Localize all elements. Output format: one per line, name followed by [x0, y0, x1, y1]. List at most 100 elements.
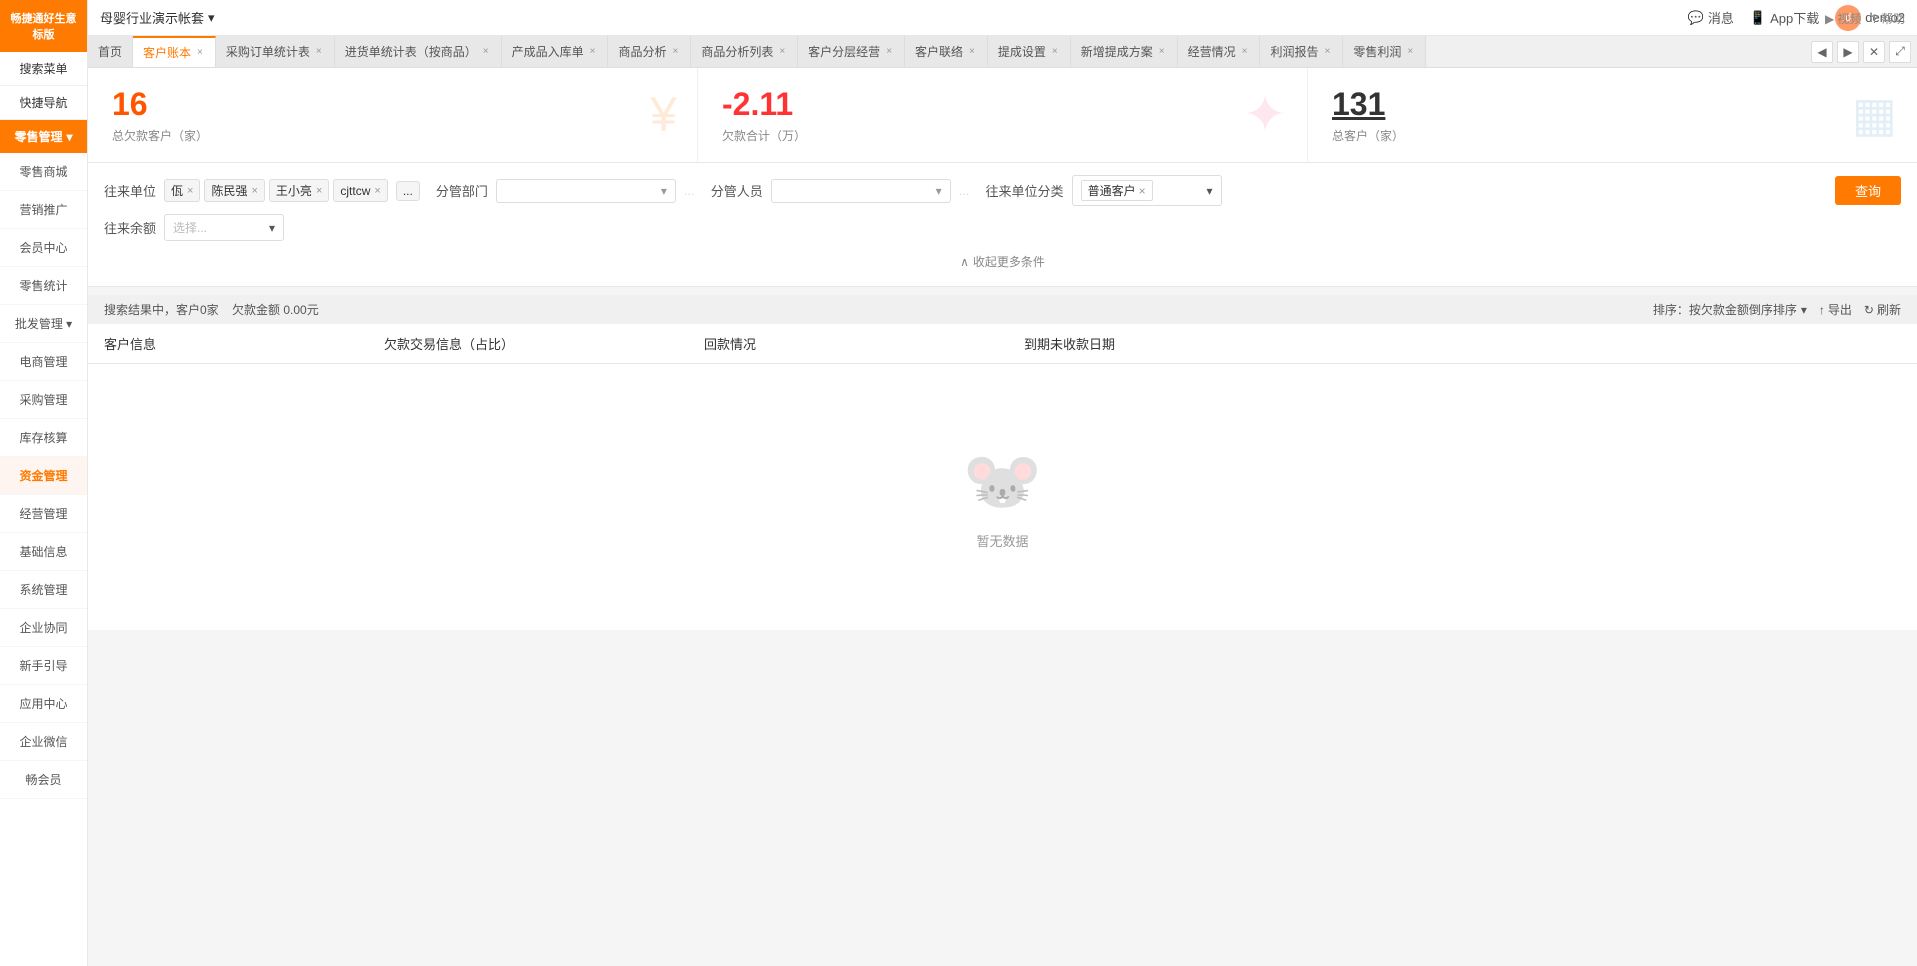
tab-close-5[interactable]: × — [670, 45, 680, 58]
tab-close-3[interactable]: × — [481, 45, 491, 58]
tab-4[interactable]: 产成品入库单× — [502, 36, 609, 68]
unit-tag-remove-1[interactable]: × — [251, 185, 257, 197]
quick-nav-button[interactable]: 快捷导航 — [0, 86, 87, 120]
dept-arrow-icon: ▾ — [661, 184, 667, 198]
sidebar-item-4[interactable]: 批发管理 ▾ — [0, 305, 87, 343]
search-menu-button[interactable]: 搜索菜单 — [0, 52, 87, 86]
tab-9[interactable]: 提成设置× — [988, 36, 1071, 68]
stat-icon-building: ▦ — [1852, 87, 1897, 143]
col-header-repayment: 回款情况 — [704, 334, 1024, 353]
tab-close-all-button[interactable]: ✕ — [1863, 41, 1885, 63]
dept-label: 分管部门 — [436, 181, 488, 200]
tab-2[interactable]: 采购订单统计表× — [216, 36, 335, 68]
export-button[interactable]: ↑ 导出 — [1819, 301, 1852, 318]
tab-close-2[interactable]: × — [314, 45, 324, 58]
balance-arrow-icon: ▾ — [269, 221, 275, 235]
tab-13[interactable]: 零售利润× — [1343, 36, 1426, 68]
col-header-due-date: 到期未收款日期 — [1024, 334, 1901, 353]
main-area: 母婴行业演示帐套 ▾ 💬 消息 📱 App下载 d demo2 首页客户账本×采… — [88, 0, 1917, 966]
stat-number-customers: 16 — [112, 86, 208, 123]
tab-close-10[interactable]: × — [1157, 45, 1167, 58]
query-button[interactable]: 查询 — [1835, 176, 1901, 205]
app-download-button[interactable]: 📱 App下载 — [1750, 8, 1819, 27]
balance-label: 往来余额 — [104, 218, 156, 237]
tab-label-10: 新增提成方案 — [1081, 43, 1153, 60]
classify-label: 往来单位分类 — [986, 181, 1064, 200]
tab-7[interactable]: 客户分层经营 × — [798, 36, 905, 68]
sort-select[interactable]: 排序：按欠款金额倒序排序 ▾ — [1653, 301, 1807, 318]
tab-label-1: 客户账本 — [143, 44, 191, 61]
tab-0[interactable]: 首页 — [88, 36, 133, 68]
sidebar-item-6[interactable]: 采购管理 — [0, 381, 87, 419]
unit-tag-1: 陈民强 × — [204, 179, 264, 202]
classify-tag: 普通客户 × — [1081, 180, 1153, 201]
tab-12[interactable]: 利润报告× — [1260, 36, 1343, 68]
tab-next-button[interactable]: ▶ — [1837, 41, 1859, 63]
tab-maximize-button[interactable]: ⤢ — [1889, 41, 1911, 63]
tabbar: 首页客户账本×采购订单统计表×进货单统计表（按商品）×产成品入库单×商品分析×商… — [88, 36, 1917, 68]
tab-label-7: 客户分层经营 — [808, 43, 880, 60]
tab-10[interactable]: 新增提成方案 × — [1071, 36, 1178, 68]
message-button[interactable]: 💬 消息 — [1688, 8, 1734, 27]
sidebar-item-1[interactable]: 营销推广 — [0, 191, 87, 229]
classify-tag-text: 普通客户 — [1088, 182, 1136, 199]
sidebar-item-14[interactable]: 应用中心 — [0, 685, 87, 723]
sidebar-item-10[interactable]: 基础信息 — [0, 533, 87, 571]
sidebar-item-8[interactable]: 资金管理 — [0, 457, 87, 495]
app-download-label: App下载 — [1770, 8, 1819, 27]
tab-1[interactable]: 客户账本 × — [133, 36, 216, 68]
sidebar-item-13[interactable]: 新手引导 — [0, 647, 87, 685]
tab-close-4[interactable]: × — [588, 45, 598, 58]
tab-close-7[interactable]: × — [884, 45, 894, 58]
tab-label-0: 首页 — [98, 43, 122, 60]
refresh-label: 刷新 — [1877, 301, 1901, 318]
sidebar-item-0[interactable]: 零售商城 — [0, 153, 87, 191]
tab-8[interactable]: 客户联络× — [905, 36, 988, 68]
sidebar-item-16[interactable]: 畅会员 — [0, 761, 87, 799]
tab-close-11[interactable]: × — [1240, 45, 1250, 58]
unit-tag-remove-2[interactable]: × — [316, 185, 322, 197]
dept-dropdown[interactable]: ▾ — [496, 179, 676, 203]
tab-close-1[interactable]: × — [195, 46, 205, 59]
sidebar-item-7[interactable]: 库存核算 — [0, 419, 87, 457]
unit-more-button[interactable]: ... — [396, 181, 420, 201]
tab-label-11: 经营情况 — [1188, 43, 1236, 60]
sidebar-item-12[interactable]: 企业协同 — [0, 609, 87, 647]
tab-close-9[interactable]: × — [1050, 45, 1060, 58]
sidebar-item-2[interactable]: 会员中心 — [0, 229, 87, 267]
unit-tag-remove-3[interactable]: × — [374, 185, 380, 197]
tab-close-12[interactable]: × — [1322, 45, 1332, 58]
sidebar-item-5[interactable]: 电商管理 — [0, 343, 87, 381]
unit-label: 往来单位 — [104, 181, 156, 200]
tab-close-8[interactable]: × — [967, 45, 977, 58]
result-actions: 排序：按欠款金额倒序排序 ▾ ↑ 导出 ↻ 刷新 — [1653, 301, 1901, 318]
retail-mgmt-section[interactable]: 零售管理 ▾ — [0, 120, 87, 153]
unit-tag-remove-0[interactable]: × — [187, 185, 193, 197]
sidebar-item-3[interactable]: 零售统计 — [0, 267, 87, 305]
tab-close-13[interactable]: × — [1405, 45, 1415, 58]
refresh-button[interactable]: ↻ 刷新 — [1864, 301, 1901, 318]
content-area: 16 总欠款客户（家） ¥ -2.11 欠款合计（万） ✦ 131 总客户（家）… — [88, 68, 1917, 966]
sidebar-item-11[interactable]: 系统管理 — [0, 571, 87, 609]
classify-dropdown[interactable]: 普通客户 × ▾ — [1072, 175, 1222, 206]
tab-prev-button[interactable]: ◀ — [1811, 41, 1833, 63]
classify-tag-remove[interactable]: × — [1139, 184, 1146, 198]
tab-5[interactable]: 商品分析× — [608, 36, 691, 68]
person-label: 分管人员 — [711, 181, 763, 200]
tab-11[interactable]: 经营情况 × — [1178, 36, 1261, 68]
stat-icon-yuan: ¥ — [650, 88, 677, 143]
person-arrow-icon: ▾ — [936, 184, 942, 198]
balance-select[interactable]: 选择... ▾ — [164, 214, 284, 241]
topbar: 母婴行业演示帐套 ▾ 💬 消息 📱 App下载 d demo2 — [88, 0, 1917, 36]
tab-close-6[interactable]: × — [777, 45, 787, 58]
tab-label-6: 商品分析列表 — [701, 43, 773, 60]
logo-subtext: 标版 — [33, 26, 55, 42]
person-dropdown[interactable]: ▾ — [771, 179, 951, 203]
sidebar-item-9[interactable]: 经营管理 — [0, 495, 87, 533]
collapse-button[interactable]: ∧ 收起更多条件 — [104, 249, 1901, 274]
tab-6[interactable]: 商品分析列表 × — [691, 36, 798, 68]
tenant-selector[interactable]: 母婴行业演示帐套 ▾ — [100, 8, 215, 27]
sidebar-item-15[interactable]: 企业微信 — [0, 723, 87, 761]
result-bar: 搜索结果中，客户0家 欠款金额 0.00元 排序：按欠款金额倒序排序 ▾ ↑ 导… — [88, 295, 1917, 324]
tab-3[interactable]: 进货单统计表（按商品）× — [335, 36, 502, 68]
